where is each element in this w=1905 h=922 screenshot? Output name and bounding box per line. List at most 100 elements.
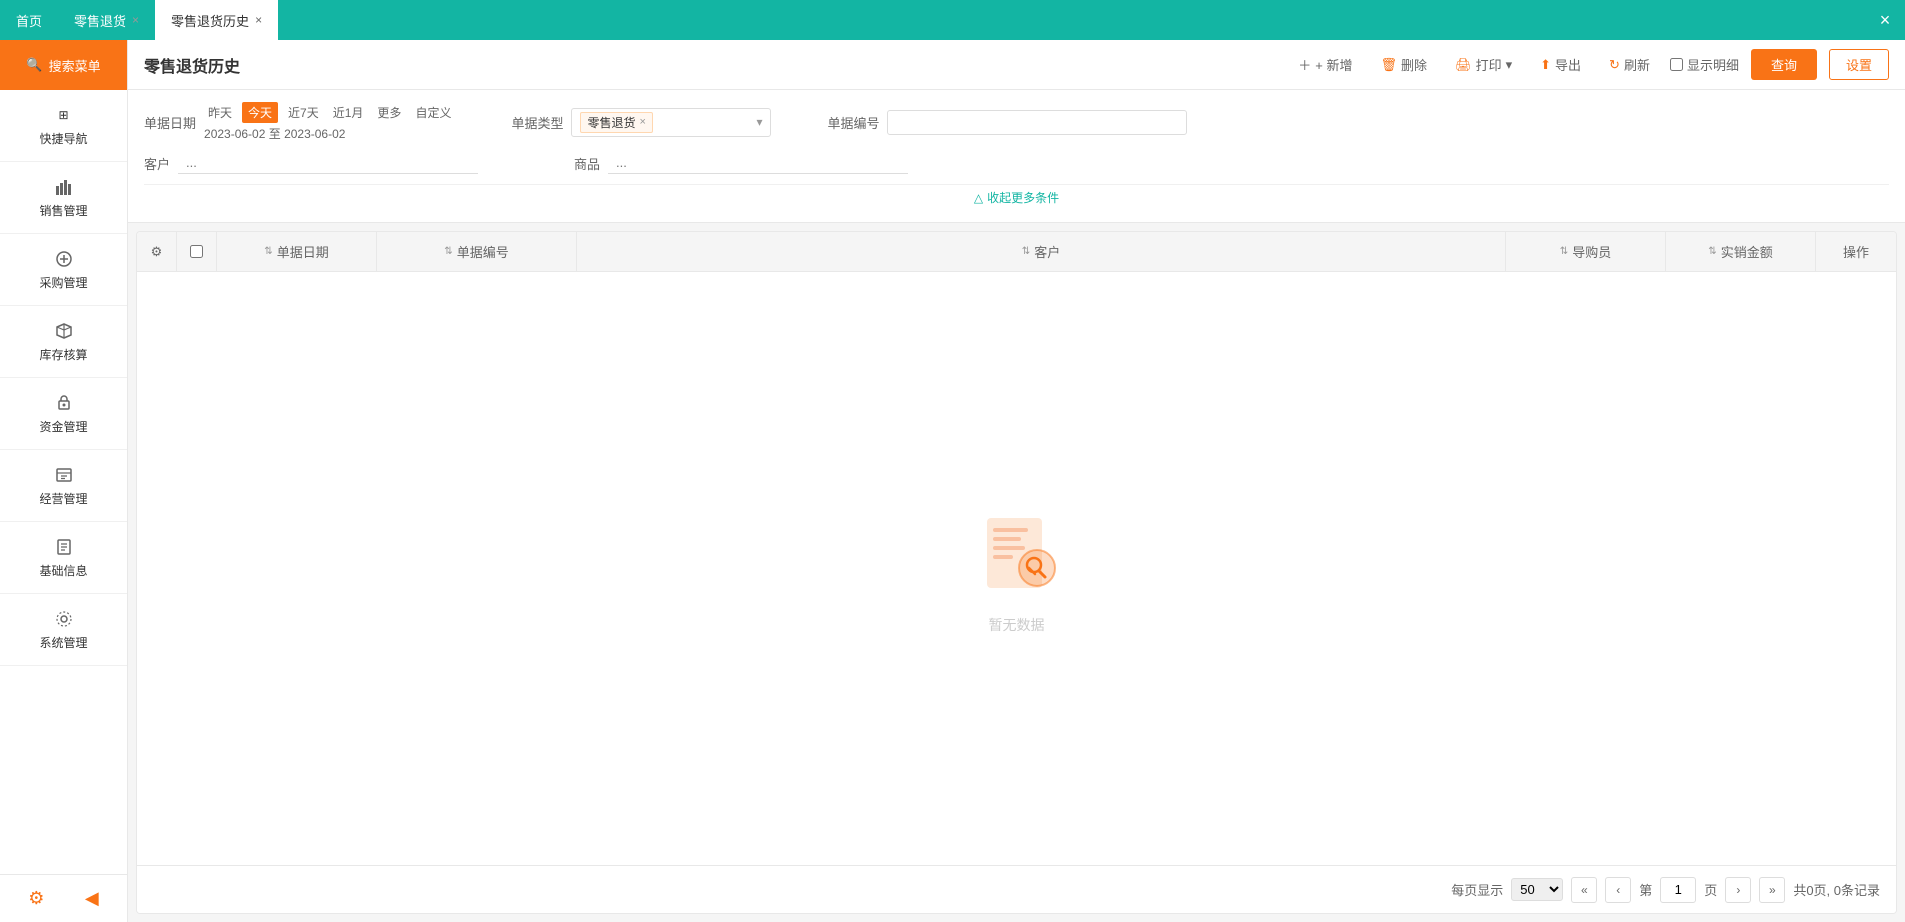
table-header: ⚙ ⇅ 单据日期 ⇅ 单据编号 ⇅ 客户 ⇅ xyxy=(137,232,1896,272)
th-amount[interactable]: ⇅ 实销金额 xyxy=(1666,232,1816,271)
sidebar: 🔍 搜索菜单 ⊞ 快捷导航 销售管理 采购管理 xyxy=(0,40,128,922)
doc-type-tag-close[interactable]: × xyxy=(639,116,645,128)
goods-label: 商品 xyxy=(574,154,600,173)
page-unit: 页 xyxy=(1704,880,1717,899)
export-button[interactable]: ⬆ 导出 xyxy=(1532,51,1589,78)
sort-icon-guide: ⇅ xyxy=(1560,246,1568,257)
tab-list: 首页 零售退货 × 零售退货历史 × xyxy=(0,0,1865,40)
last-page-button[interactable]: » xyxy=(1759,877,1785,903)
main-layout: 🔍 搜索菜单 ⊞ 快捷导航 销售管理 采购管理 xyxy=(0,40,1905,922)
doc-type-tag-value: 零售退货 xyxy=(587,114,635,131)
date-opt-more[interactable]: 更多 xyxy=(373,102,405,123)
delete-label: 删除 xyxy=(1401,55,1427,74)
page-header: 零售退货历史 ＋ + 新增 🗑 删除 🖨 打印 ▾ ⬆ 导出 xyxy=(128,40,1905,90)
query-button[interactable]: 查询 xyxy=(1751,49,1817,80)
tab-retail-return-label: 零售退货 xyxy=(74,11,126,30)
doc-type-label: 单据类型 xyxy=(511,113,563,132)
th-checkbox[interactable] xyxy=(177,232,217,271)
setting-button[interactable]: 设置 xyxy=(1829,49,1889,80)
tab-retail-return-close[interactable]: × xyxy=(132,13,139,27)
date-options-list: 昨天 今天 近7天 近1月 更多 自定义 xyxy=(204,102,455,123)
sidebar-item-basic-info[interactable]: 基础信息 xyxy=(0,522,127,594)
print-dropdown-icon: ▾ xyxy=(1506,57,1513,73)
date-options: 昨天 今天 近7天 近1月 更多 自定义 2023-06-02 至 2023-0… xyxy=(204,102,455,142)
date-filter-label: 单据日期 xyxy=(144,113,196,132)
window-close-button[interactable]: × xyxy=(1865,0,1905,40)
header-actions: ＋ + 新增 🗑 删除 🖨 打印 ▾ ⬆ 导出 ↻ xyxy=(1290,49,1889,80)
inventory-icon xyxy=(53,320,75,342)
th-date[interactable]: ⇅ 单据日期 xyxy=(217,232,377,271)
th-settings[interactable]: ⚙ xyxy=(137,232,177,271)
export-label: 导出 xyxy=(1555,55,1581,74)
tab-retail-return-history[interactable]: 零售退货历史 × xyxy=(155,0,278,40)
customer-input[interactable] xyxy=(178,152,478,174)
sidebar-item-quick-nav[interactable]: ⊞ 快捷导航 xyxy=(0,90,127,162)
date-filter: 单据日期 昨天 今天 近7天 近1月 更多 自定义 2023-06-02 至 2… xyxy=(144,102,455,142)
doc-no-input[interactable] xyxy=(887,110,1187,135)
collapse-icon[interactable]: ◀ xyxy=(85,888,99,909)
date-opt-last1m[interactable]: 近1月 xyxy=(329,102,368,123)
tab-retail-return-history-label: 零售退货历史 xyxy=(171,11,249,30)
collapse-row[interactable]: △ 收起更多条件 xyxy=(144,184,1889,210)
th-customer-label: 客户 xyxy=(1034,242,1060,261)
th-customer[interactable]: ⇅ 客户 xyxy=(577,232,1506,271)
sort-icon-doc-no: ⇅ xyxy=(444,246,452,257)
settings-icon[interactable]: ⚙ xyxy=(28,888,44,909)
table-body: 暂无数据 xyxy=(137,272,1896,865)
sidebar-item-operation[interactable]: 经营管理 xyxy=(0,450,127,522)
page-number-input[interactable] xyxy=(1660,877,1696,903)
sidebar-search[interactable]: 🔍 搜索菜单 xyxy=(0,40,127,90)
th-date-label: 单据日期 xyxy=(277,242,329,261)
doc-type-dropdown-icon[interactable]: ▾ xyxy=(756,115,762,129)
th-doc-no[interactable]: ⇅ 单据编号 xyxy=(377,232,577,271)
empty-illustration xyxy=(967,503,1067,603)
date-opt-last7[interactable]: 近7天 xyxy=(284,102,323,123)
operation-icon xyxy=(53,464,75,486)
sidebar-item-purchase-mgmt-label: 采购管理 xyxy=(39,274,87,291)
per-page-select[interactable]: 50 10 20 100 xyxy=(1511,878,1563,901)
delete-button[interactable]: 🗑 删除 xyxy=(1373,51,1436,78)
sidebar-item-purchase-mgmt[interactable]: 采购管理 xyxy=(0,234,127,306)
date-opt-yesterday[interactable]: 昨天 xyxy=(204,102,236,123)
first-page-icon: « xyxy=(1581,883,1588,897)
sidebar-item-sales-mgmt[interactable]: 销售管理 xyxy=(0,162,127,234)
doc-type-tag-container[interactable]: 零售退货 × ▾ xyxy=(571,108,771,137)
sidebar-item-system-mgmt-label: 系统管理 xyxy=(39,634,87,651)
basic-info-icon xyxy=(53,536,75,558)
th-guide[interactable]: ⇅ 导购员 xyxy=(1506,232,1666,271)
doc-type-tag: 零售退货 × xyxy=(580,112,652,133)
add-label: + 新增 xyxy=(1315,55,1352,74)
sidebar-item-inventory[interactable]: 库存核算 xyxy=(0,306,127,378)
refresh-label: 刷新 xyxy=(1624,55,1650,74)
tab-retail-return[interactable]: 零售退货 × xyxy=(58,0,155,40)
tab-retail-return-history-close[interactable]: × xyxy=(255,13,262,27)
system-mgmt-icon xyxy=(53,608,75,630)
date-opt-today[interactable]: 今天 xyxy=(242,102,278,123)
select-all-checkbox[interactable] xyxy=(190,245,203,258)
customer-filter: 客户 xyxy=(144,152,478,174)
doc-type-filter: 单据类型 零售退货 × ▾ xyxy=(511,108,771,137)
sidebar-item-system-mgmt[interactable]: 系统管理 xyxy=(0,594,127,666)
tab-home[interactable]: 首页 xyxy=(0,0,58,40)
prev-page-button[interactable]: ‹ xyxy=(1605,877,1631,903)
sidebar-item-finance[interactable]: 资金管理 xyxy=(0,378,127,450)
date-opt-custom[interactable]: 自定义 xyxy=(411,102,455,123)
finance-icon xyxy=(53,392,75,414)
sidebar-item-quick-nav-label: 快捷导航 xyxy=(39,130,87,147)
refresh-button[interactable]: ↻ 刷新 xyxy=(1601,51,1658,78)
add-button[interactable]: ＋ + 新增 xyxy=(1290,51,1360,78)
next-page-button[interactable]: › xyxy=(1725,877,1751,903)
show-detail-label: 显示明细 xyxy=(1687,55,1739,74)
print-icon: 🖨 xyxy=(1455,57,1472,73)
show-detail-checkbox[interactable]: 显示明细 xyxy=(1670,55,1739,74)
doc-no-label: 单据编号 xyxy=(827,113,879,132)
pagination: 每页显示 50 10 20 100 « ‹ 第 页 › xyxy=(137,865,1896,913)
search-icon: 🔍 xyxy=(26,57,42,73)
first-page-button[interactable]: « xyxy=(1571,877,1597,903)
goods-input[interactable] xyxy=(608,152,908,174)
top-bar: 首页 零售退货 × 零售退货历史 × × xyxy=(0,0,1905,40)
sidebar-nav: ⊞ 快捷导航 销售管理 采购管理 库存核算 xyxy=(0,90,127,874)
show-detail-input[interactable] xyxy=(1670,58,1683,71)
print-button[interactable]: 🖨 打印 ▾ xyxy=(1447,51,1520,78)
collapse-label: 收起更多条件 xyxy=(987,189,1059,206)
